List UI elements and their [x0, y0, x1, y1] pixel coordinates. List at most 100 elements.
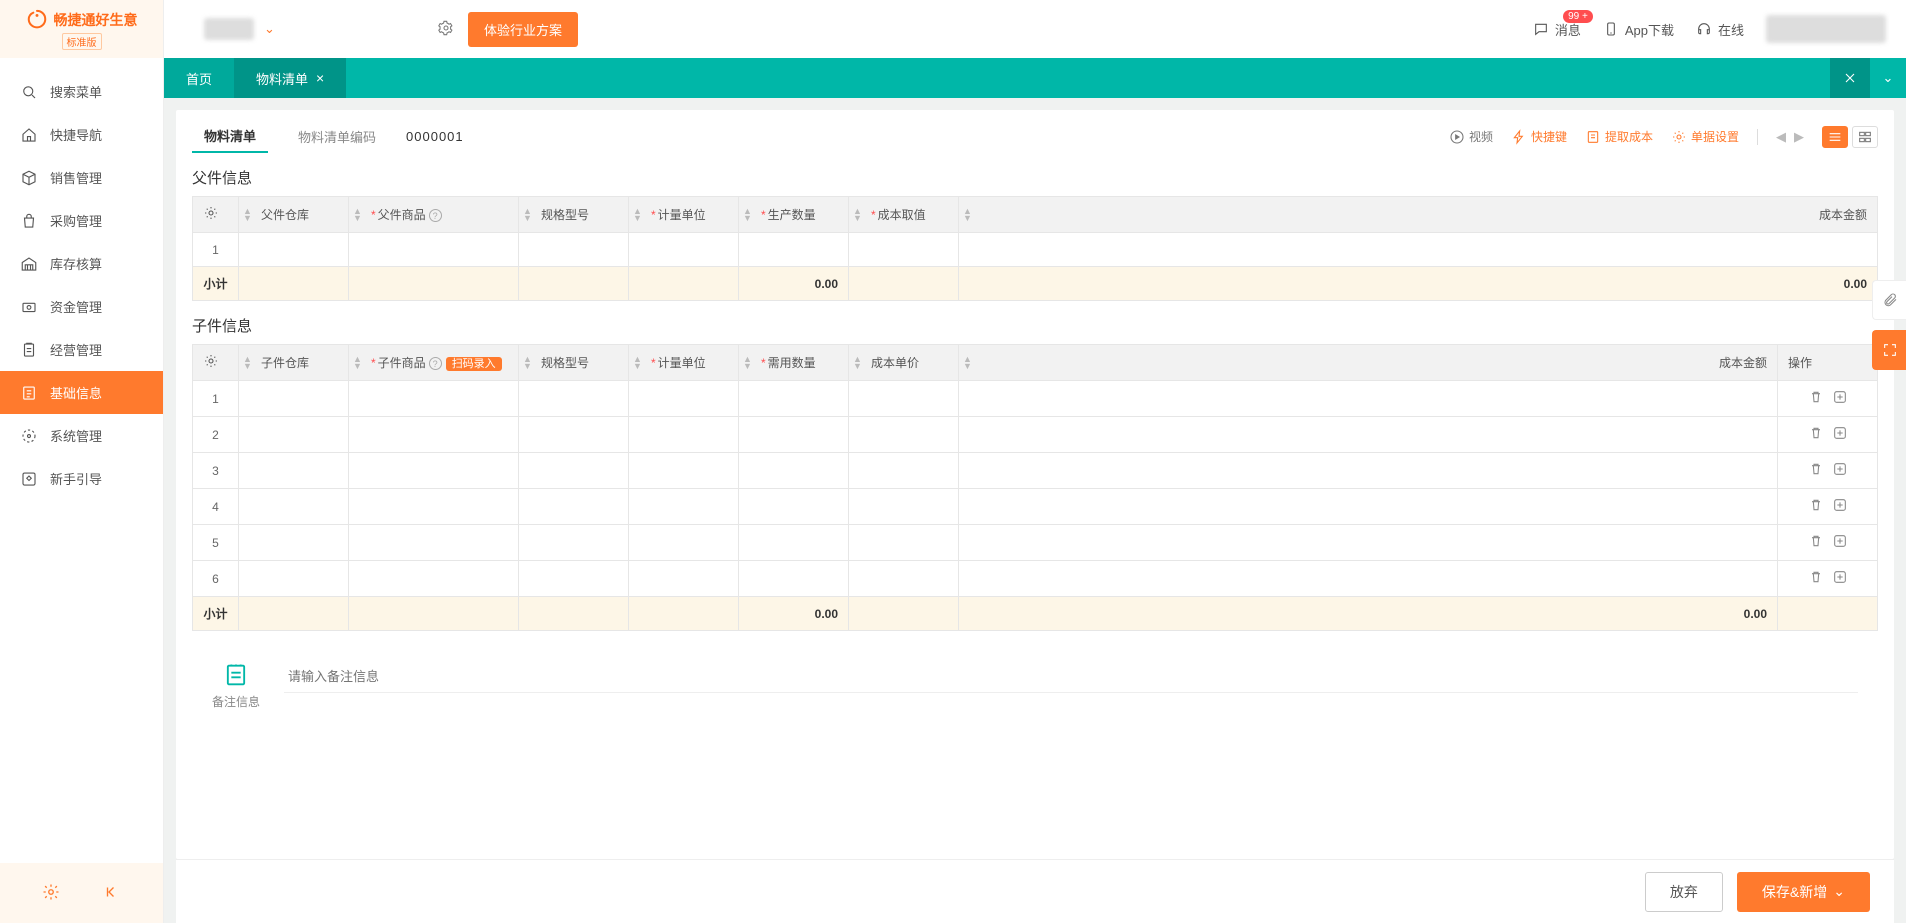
- sidebar-item-7[interactable]: 基础信息: [0, 371, 163, 414]
- view-list-button[interactable]: [1822, 126, 1848, 148]
- attachment-tool[interactable]: [1872, 280, 1906, 320]
- sidebar-item-6[interactable]: 经营管理: [0, 328, 163, 371]
- table-row[interactable]: 1: [193, 233, 1878, 267]
- row-num: 5: [193, 525, 239, 561]
- org-selector[interactable]: ⌄: [204, 18, 424, 40]
- messages-button[interactable]: 消息 99 +: [1533, 20, 1581, 39]
- settings-icon[interactable]: [42, 883, 60, 904]
- gear-dashed-icon: [20, 427, 38, 445]
- online-support-button[interactable]: 在线: [1696, 20, 1744, 39]
- child-th-cost-amount[interactable]: ▲▼成本金额: [959, 345, 1778, 381]
- child-th-qty[interactable]: ▲▼*需用数量: [739, 345, 849, 381]
- search-icon: [20, 83, 38, 101]
- row-num: 4: [193, 489, 239, 525]
- record-nav: ◀ ▶: [1776, 129, 1804, 145]
- sidebar-item-label: 新手引导: [50, 469, 102, 488]
- content-area: 物料清单 物料清单编码 0000001 视频 快捷键 提取成本 单据设置 ◀ ▶: [164, 98, 1906, 923]
- add-icon[interactable]: [1832, 389, 1848, 405]
- sidebar-item-3[interactable]: 采购管理: [0, 199, 163, 242]
- parent-th-cost-method[interactable]: ▲▼*成本取值: [849, 197, 959, 233]
- logo-area: 畅捷通好生意 标准版: [0, 0, 163, 58]
- tabs-more[interactable]: ⌄: [1870, 58, 1906, 98]
- save-new-button[interactable]: 保存&新增 ⌄: [1737, 872, 1870, 912]
- help-icon[interactable]: ?: [429, 357, 442, 370]
- panel-head: 物料清单 物料清单编码 0000001 视频 快捷键 提取成本 单据设置 ◀ ▶: [192, 120, 1878, 153]
- panel-tab-bom[interactable]: 物料清单: [192, 120, 268, 153]
- fullscreen-tool[interactable]: [1872, 330, 1906, 370]
- parent-th-cost-amount[interactable]: ▲▼成本金额: [959, 197, 1878, 233]
- grid-icon: [1857, 129, 1873, 145]
- sidebar-item-9[interactable]: 新手引导: [0, 457, 163, 500]
- add-icon[interactable]: [1832, 569, 1848, 585]
- remark-input[interactable]: [284, 661, 1858, 693]
- tabs-close-all[interactable]: [1830, 58, 1870, 98]
- child-th-product[interactable]: ▲▼*子件商品?扫码录入: [349, 345, 519, 381]
- delete-icon[interactable]: [1808, 389, 1824, 405]
- parent-th-unit[interactable]: ▲▼*计量单位: [629, 197, 739, 233]
- table-row[interactable]: 5: [193, 525, 1878, 561]
- delete-icon[interactable]: [1808, 461, 1824, 477]
- user-area-blurred: [1766, 15, 1886, 43]
- sidebar-menu: 搜索菜单快捷导航销售管理采购管理库存核算资金管理经营管理基础信息系统管理新手引导: [0, 58, 163, 863]
- tab-home[interactable]: 首页: [164, 58, 234, 98]
- sidebar-item-1[interactable]: 快捷导航: [0, 113, 163, 156]
- add-icon[interactable]: [1832, 425, 1848, 441]
- parent-th-product[interactable]: ▲▼*父件商品?: [349, 197, 519, 233]
- add-icon[interactable]: [1832, 461, 1848, 477]
- sidebar-item-8[interactable]: 系统管理: [0, 414, 163, 457]
- child-th-unit-cost[interactable]: ▲▼成本单价: [849, 345, 959, 381]
- action-extract-cost-label: 提取成本: [1605, 128, 1653, 145]
- action-doc-settings[interactable]: 单据设置: [1671, 128, 1739, 145]
- child-subtotal-qty: 0.00: [739, 597, 849, 631]
- row-num: 1: [193, 381, 239, 417]
- sidebar-item-2[interactable]: 销售管理: [0, 156, 163, 199]
- scan-badge[interactable]: 扫码录入: [446, 357, 502, 371]
- sidebar-item-4[interactable]: 库存核算: [0, 242, 163, 285]
- row-ops: [1778, 453, 1878, 489]
- child-th-settings[interactable]: [193, 345, 239, 381]
- delete-icon[interactable]: [1808, 533, 1824, 549]
- warehouse-icon: [20, 255, 38, 273]
- remark-panel: 备注信息: [192, 645, 1878, 726]
- view-card-button[interactable]: [1852, 126, 1878, 148]
- add-icon[interactable]: [1832, 533, 1848, 549]
- action-extract-cost[interactable]: 提取成本: [1585, 128, 1653, 145]
- row-num: 2: [193, 417, 239, 453]
- add-icon[interactable]: [1832, 497, 1848, 513]
- action-video[interactable]: 视频: [1449, 128, 1493, 145]
- cta-button[interactable]: 体验行业方案: [468, 12, 578, 47]
- parent-th-warehouse[interactable]: ▲▼父件仓库: [239, 197, 349, 233]
- delete-icon[interactable]: [1808, 569, 1824, 585]
- close-icon[interactable]: ×: [316, 70, 324, 86]
- child-th-unit[interactable]: ▲▼*计量单位: [629, 345, 739, 381]
- file-icon: [20, 384, 38, 402]
- sidebar-item-0[interactable]: 搜索菜单: [0, 70, 163, 113]
- parent-th-settings[interactable]: [193, 197, 239, 233]
- tab-bom[interactable]: 物料清单 ×: [234, 58, 346, 98]
- table-row[interactable]: 4: [193, 489, 1878, 525]
- collapse-icon[interactable]: [103, 883, 121, 904]
- child-title: 子件信息: [192, 315, 1878, 336]
- app-download-button[interactable]: App下载: [1603, 20, 1674, 39]
- phone-icon: [1603, 21, 1619, 37]
- help-icon[interactable]: ?: [429, 209, 442, 222]
- discard-button[interactable]: 放弃: [1645, 872, 1723, 912]
- nav-prev-icon[interactable]: ◀: [1776, 129, 1786, 145]
- nav-next-icon[interactable]: ▶: [1794, 129, 1804, 145]
- parent-th-spec[interactable]: ▲▼规格型号: [519, 197, 629, 233]
- parent-th-qty[interactable]: ▲▼*生产数量: [739, 197, 849, 233]
- headset-icon: [1696, 21, 1712, 37]
- table-row[interactable]: 6: [193, 561, 1878, 597]
- child-th-spec[interactable]: ▲▼规格型号: [519, 345, 629, 381]
- cube-icon: [20, 169, 38, 187]
- table-row[interactable]: 1: [193, 381, 1878, 417]
- action-shortcut[interactable]: 快捷键: [1511, 128, 1567, 145]
- child-th-warehouse[interactable]: ▲▼子件仓库: [239, 345, 349, 381]
- table-row[interactable]: 3: [193, 453, 1878, 489]
- sidebar-item-5[interactable]: 资金管理: [0, 285, 163, 328]
- org-settings-icon[interactable]: [438, 20, 454, 39]
- main-panel: 物料清单 物料清单编码 0000001 视频 快捷键 提取成本 单据设置 ◀ ▶: [176, 110, 1894, 859]
- table-row[interactable]: 2: [193, 417, 1878, 453]
- delete-icon[interactable]: [1808, 497, 1824, 513]
- delete-icon[interactable]: [1808, 425, 1824, 441]
